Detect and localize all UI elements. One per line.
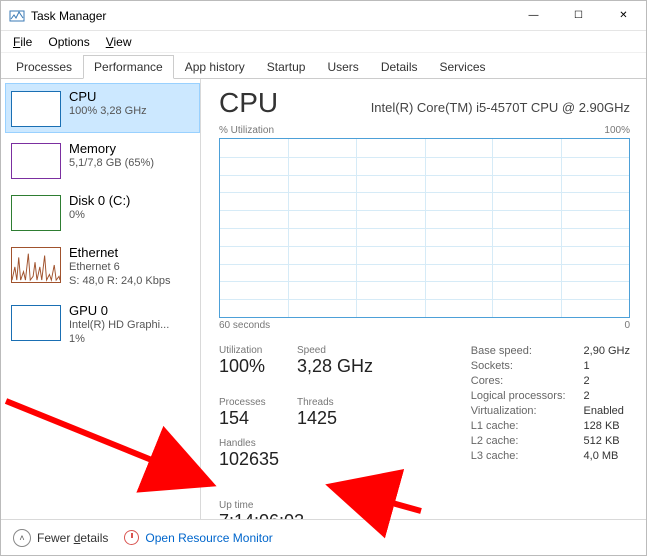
base-speed-value: 2,90 GHz	[584, 345, 630, 357]
cpu-thumbnail	[11, 91, 61, 127]
sidebar-memory-value: 5,1/7,8 GB (65%)	[69, 156, 154, 170]
task-manager-icon	[9, 8, 25, 24]
sidebar-gpu-name: GPU 0	[69, 303, 169, 318]
base-speed-label: Base speed:	[471, 345, 566, 357]
sidebar-ethernet-name: Ethernet	[69, 245, 171, 260]
virtualization-value: Enabled	[584, 405, 630, 417]
tab-performance[interactable]: Performance	[83, 55, 174, 79]
cpu-utilization-chart	[219, 138, 630, 318]
logical-processors-label: Logical processors:	[471, 390, 566, 402]
sidebar-ethernet-adapter: Ethernet 6	[69, 260, 171, 274]
cores-value: 2	[584, 375, 630, 387]
uptime-label: Up time	[219, 500, 429, 511]
menu-bar: File Options View	[1, 31, 646, 53]
cpu-panel: CPU Intel(R) Core(TM) i5-4570T CPU @ 2.9…	[201, 79, 646, 519]
handles-value: 102635	[219, 449, 279, 470]
menu-view[interactable]: View	[98, 33, 140, 51]
tab-services[interactable]: Services	[429, 55, 497, 79]
menu-options[interactable]: Options	[40, 33, 97, 51]
uptime-value: 7:14:06:03	[219, 511, 429, 519]
chart-axis-bottom-right: 0	[624, 320, 630, 331]
sidebar-disk-name: Disk 0 (C:)	[69, 193, 130, 208]
tab-processes[interactable]: Processes	[5, 55, 83, 79]
cpu-model: Intel(R) Core(TM) i5-4570T CPU @ 2.90GHz	[371, 100, 630, 115]
logical-processors-value: 2	[584, 390, 630, 402]
memory-thumbnail	[11, 143, 61, 179]
disk-thumbnail	[11, 195, 61, 231]
speed-label: Speed	[297, 345, 373, 356]
open-resource-monitor-label: Open Resource Monitor	[145, 531, 272, 545]
utilization-value: 100%	[219, 356, 275, 377]
l2-cache-label: L2 cache:	[471, 435, 566, 447]
threads-label: Threads	[297, 397, 353, 408]
tab-users[interactable]: Users	[316, 55, 369, 79]
chart-axis-top-right: 100%	[604, 125, 630, 136]
chart-axis-bottom-left: 60 seconds	[219, 320, 270, 331]
window-title: Task Manager	[31, 9, 511, 23]
l1-cache-value: 128 KB	[584, 420, 630, 432]
fewer-details-label: Fewer details	[37, 531, 108, 545]
sidebar-cpu-value: 100% 3,28 GHz	[69, 104, 147, 118]
sidebar-item-ethernet[interactable]: Ethernet Ethernet 6 S: 48,0 R: 24,0 Kbps	[5, 239, 200, 295]
sidebar-gpu-model: Intel(R) HD Graphi...	[69, 318, 169, 332]
cpu-details-grid: Base speed: 2,90 GHz Sockets: 1 Cores: 2…	[471, 345, 630, 519]
sidebar-disk-value: 0%	[69, 208, 130, 222]
fewer-details-button[interactable]: ˄ Fewer details	[13, 529, 108, 547]
processes-label: Processes	[219, 397, 275, 408]
l3-cache-value: 4,0 MB	[584, 450, 630, 462]
sidebar-ethernet-rate: S: 48,0 R: 24,0 Kbps	[69, 274, 171, 288]
sidebar-gpu-value: 1%	[69, 332, 169, 346]
sidebar-item-gpu[interactable]: GPU 0 Intel(R) HD Graphi... 1%	[5, 297, 200, 353]
minimize-button[interactable]: —	[511, 1, 556, 30]
chevron-up-icon: ˄	[13, 529, 31, 547]
l1-cache-label: L1 cache:	[471, 420, 566, 432]
tab-startup[interactable]: Startup	[256, 55, 317, 79]
chart-axis-top-left: % Utilization	[219, 125, 274, 136]
maximize-button[interactable]: ☐	[556, 1, 601, 30]
tab-app-history[interactable]: App history	[174, 55, 256, 79]
gpu-thumbnail	[11, 305, 61, 341]
open-resource-monitor-link[interactable]: Open Resource Monitor	[124, 530, 272, 545]
l3-cache-label: L3 cache:	[471, 450, 566, 462]
close-button[interactable]: ✕	[601, 1, 646, 30]
tab-strip: Processes Performance App history Startu…	[1, 53, 646, 79]
cores-label: Cores:	[471, 375, 566, 387]
menu-file[interactable]: File	[5, 33, 40, 51]
resource-monitor-icon	[124, 530, 139, 545]
sockets-value: 1	[584, 360, 630, 372]
sidebar-item-cpu[interactable]: CPU 100% 3,28 GHz	[5, 83, 200, 133]
utilization-label: Utilization	[219, 345, 275, 356]
sidebar-item-memory[interactable]: Memory 5,1/7,8 GB (65%)	[5, 135, 200, 185]
speed-value: 3,28 GHz	[297, 356, 373, 377]
performance-sidebar: CPU 100% 3,28 GHz Memory 5,1/7,8 GB (65%…	[1, 79, 201, 519]
ethernet-thumbnail	[11, 247, 61, 283]
processes-value: 154	[219, 408, 275, 429]
panel-title: CPU	[219, 87, 278, 119]
tab-details[interactable]: Details	[370, 55, 429, 79]
handles-label: Handles	[219, 438, 279, 449]
virtualization-label: Virtualization:	[471, 405, 566, 417]
l2-cache-value: 512 KB	[584, 435, 630, 447]
sockets-label: Sockets:	[471, 360, 566, 372]
sidebar-cpu-name: CPU	[69, 89, 147, 104]
sidebar-memory-name: Memory	[69, 141, 154, 156]
threads-value: 1425	[297, 408, 353, 429]
sidebar-item-disk[interactable]: Disk 0 (C:) 0%	[5, 187, 200, 237]
